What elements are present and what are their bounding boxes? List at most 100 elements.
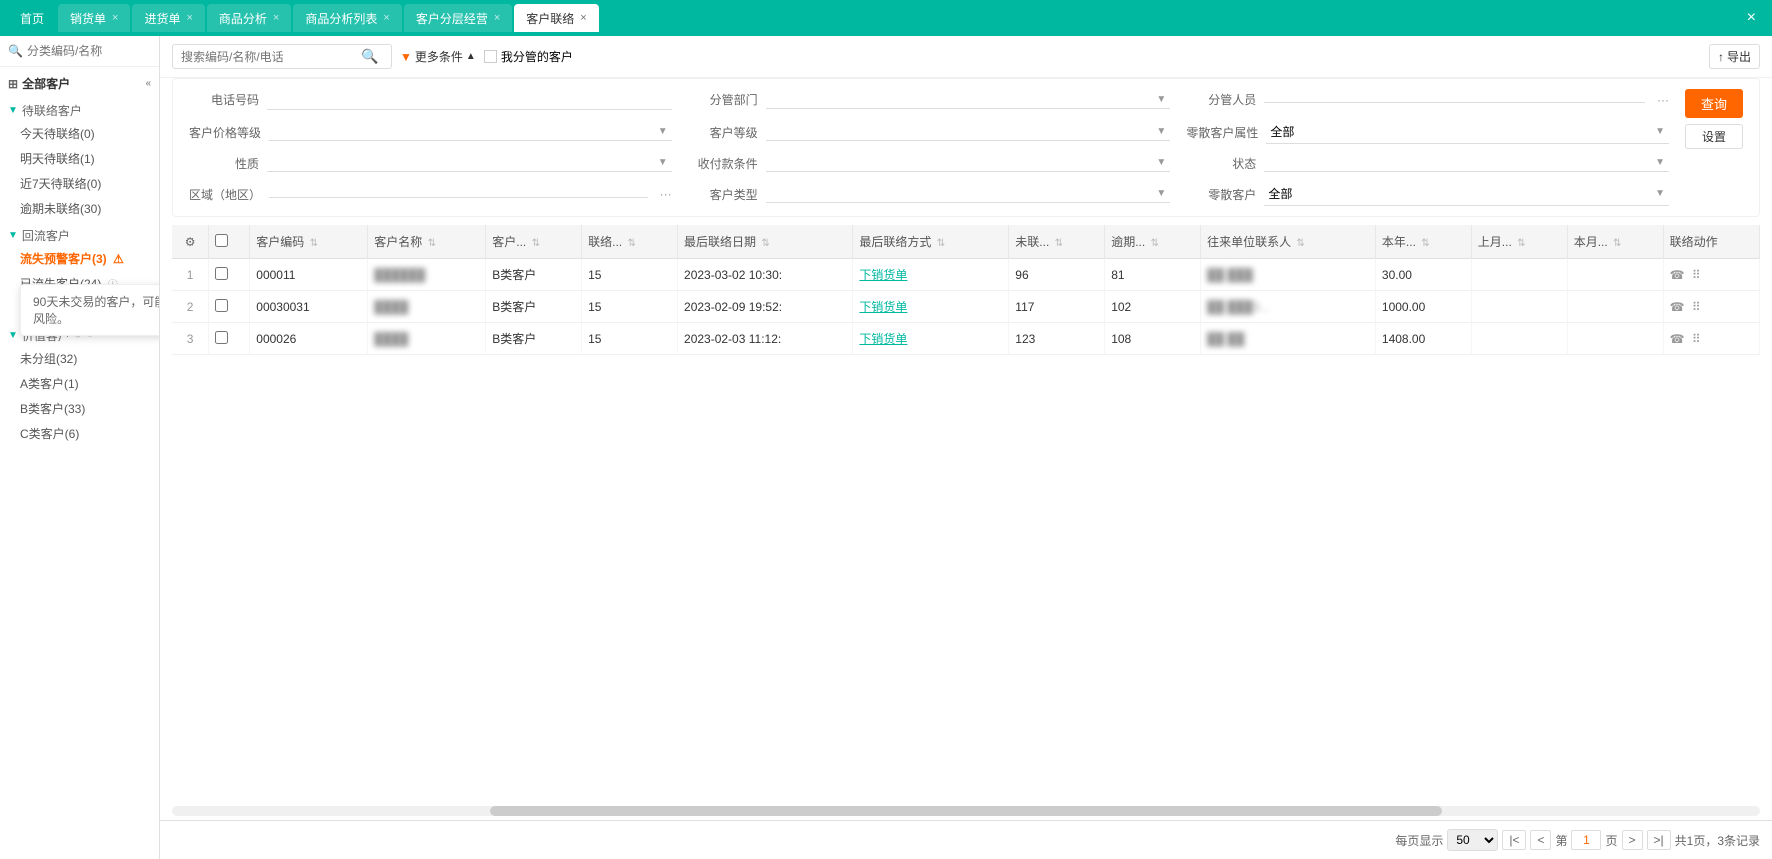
filter-customer-grade-field: 客户等级 ▼: [688, 123, 1171, 141]
row-uncontacted-1: 117: [1009, 291, 1105, 323]
close-analysis-tab[interactable]: ×: [273, 12, 279, 24]
filter-icon: ▼: [400, 50, 412, 64]
row-check-1[interactable]: [209, 291, 250, 323]
my-customers-toggle[interactable]: 我分管的客户: [484, 48, 573, 65]
row-more-icon-0[interactable]: ⠿: [1692, 268, 1701, 282]
scroll-thumb[interactable]: [490, 806, 1443, 816]
row-check-0[interactable]: [209, 259, 250, 291]
table-check-col[interactable]: [209, 225, 250, 259]
customer-table: ⚙ 客户编码 ⇅ 客户名称 ⇅ 客户... ⇅ 联络... ⇅ 最后联络日期 ⇅…: [172, 225, 1760, 355]
last-method-sort-icon[interactable]: ⇅: [937, 238, 945, 249]
close-customer-link-tab[interactable]: ×: [580, 12, 586, 24]
filter-dept-select[interactable]: ▼: [766, 91, 1171, 109]
row-more-icon-1[interactable]: ⠿: [1692, 300, 1701, 314]
close-customer-tier-tab[interactable]: ×: [494, 12, 500, 24]
sidebar-item-churn-warning[interactable]: 流失预警客户(3) ⚠: [0, 246, 159, 271]
code-sort-icon[interactable]: ⇅: [310, 238, 318, 249]
sidebar-search-input[interactable]: [27, 44, 151, 58]
row-uncontacted-2: 123: [1009, 323, 1105, 355]
row-more-icon-2[interactable]: ⠿: [1692, 332, 1701, 346]
query-button[interactable]: 查询: [1685, 89, 1743, 118]
row-contact-icon-1[interactable]: ☎: [1670, 300, 1685, 314]
filter-region-label: 区域（地区）: [189, 186, 261, 203]
filter-manager-select[interactable]: [1264, 96, 1645, 103]
churn-arrow-icon: ▼: [8, 230, 18, 241]
last-date-sort-icon[interactable]: ⇅: [761, 238, 769, 249]
tab-sales[interactable]: 销货单 ×: [58, 4, 130, 32]
sidebar-collapse-btn[interactable]: «: [145, 78, 151, 89]
filter-customer-type-select[interactable]: ▼: [766, 185, 1171, 203]
sidebar-group-churn[interactable]: ▼ 回流客户: [0, 221, 159, 246]
export-button[interactable]: ↑ 导出: [1709, 44, 1760, 69]
this-year-sort-icon[interactable]: ⇅: [1421, 238, 1429, 249]
filter-status-select[interactable]: ▼: [1264, 154, 1669, 172]
first-page-btn[interactable]: |<: [1502, 830, 1526, 850]
window-close-button[interactable]: ×: [1739, 9, 1764, 27]
scattered-customer-down-arrow: ▼: [1655, 188, 1665, 199]
name-sort-icon[interactable]: ⇅: [428, 238, 436, 249]
more-conditions-btn[interactable]: ▼ 更多条件 ▲: [400, 48, 476, 65]
row-action-2: ☎ ⠿: [1663, 323, 1759, 355]
sidebar-item-today-pending[interactable]: 今天待联络(0): [0, 121, 159, 146]
last-month-sort-icon[interactable]: ⇅: [1517, 238, 1525, 249]
sidebar-item-b-class[interactable]: B类客户(33): [0, 396, 159, 421]
close-sales-tab[interactable]: ×: [112, 12, 118, 24]
filter-panel: 电话号码 分管部门 ▼ 分管人员: [172, 78, 1760, 217]
last-page-btn[interactable]: >|: [1647, 830, 1671, 850]
search-button[interactable]: 🔍: [361, 48, 378, 65]
nature-down-arrow: ▼: [658, 157, 668, 168]
table-settings-col[interactable]: ⚙: [172, 225, 209, 259]
filter-payment-select[interactable]: ▼: [766, 154, 1171, 172]
tab-customer-tier[interactable]: 客户分层经营 ×: [404, 4, 512, 32]
select-all-checkbox[interactable]: [215, 234, 228, 247]
sidebar-item-7day-pending[interactable]: 近7天待联络(0): [0, 171, 159, 196]
filter-settings-button[interactable]: 设置: [1685, 124, 1743, 149]
filter-price-grade-select[interactable]: ▼: [269, 123, 672, 141]
unit-contact-sort-icon[interactable]: ⇅: [1296, 238, 1304, 249]
tab-customer-link[interactable]: 客户联络 ×: [514, 4, 598, 32]
search-input[interactable]: [181, 50, 361, 64]
export-icon: ↑: [1718, 50, 1724, 64]
sidebar-item-c-class[interactable]: C类客户(6): [0, 421, 159, 446]
page-number-input[interactable]: [1571, 830, 1601, 850]
page-size-select[interactable]: 50 100 200: [1447, 829, 1498, 851]
contact-sort-icon[interactable]: ⇅: [627, 238, 635, 249]
sidebar-all-customers[interactable]: ⊞ 全部客户 «: [0, 67, 159, 96]
manager-dots-btn[interactable]: ···: [1657, 93, 1669, 107]
tab-home[interactable]: 首页: [8, 4, 56, 32]
tab-analysis[interactable]: 商品分析 ×: [207, 4, 291, 32]
region-dots-btn[interactable]: ···: [660, 187, 672, 201]
uncontacted-sort-icon[interactable]: ⇅: [1055, 238, 1063, 249]
filter-region-select[interactable]: [269, 191, 648, 198]
filter-payment-label: 收付款条件: [688, 155, 758, 172]
filter-nature-select[interactable]: ▼: [267, 154, 672, 172]
sidebar-group-pending[interactable]: ▼ 待联络客户: [0, 96, 159, 121]
row-contact-icon-0[interactable]: ☎: [1670, 268, 1685, 282]
my-customers-checkbox[interactable]: [484, 50, 497, 63]
type-sort-icon[interactable]: ⇅: [532, 238, 540, 249]
filter-customer-grade-select[interactable]: ▼: [766, 123, 1171, 141]
prev-page-btn[interactable]: <: [1530, 830, 1551, 850]
sidebar-item-a-class[interactable]: A类客户(1): [0, 371, 159, 396]
horizontal-scrollbar[interactable]: [172, 806, 1760, 816]
close-purchase-tab[interactable]: ×: [186, 12, 192, 24]
filter-scattered-attr-select[interactable]: 全部 ▼: [1266, 120, 1669, 144]
sidebar-item-overdue-pending[interactable]: 逾期未联络(30): [0, 196, 159, 221]
row-last-method-2[interactable]: 下销货单: [853, 323, 1009, 355]
sidebar-item-ungrouped[interactable]: 未分组(32): [0, 346, 159, 371]
sidebar-item-tomorrow-pending[interactable]: 明天待联络(1): [0, 146, 159, 171]
row-num-2: 3: [172, 323, 209, 355]
row-last-method-0[interactable]: 下销货单: [853, 259, 1009, 291]
row-last-method-1[interactable]: 下销货单: [853, 291, 1009, 323]
next-page-btn[interactable]: >: [1622, 830, 1643, 850]
close-analysis-list-tab[interactable]: ×: [383, 12, 389, 24]
tab-analysis-list[interactable]: 商品分析列表 ×: [293, 4, 401, 32]
content-area: 🔍 ▼ 更多条件 ▲ 我分管的客户 ↑ 导出: [160, 36, 1772, 859]
row-contact-icon-2[interactable]: ☎: [1670, 332, 1685, 346]
overdue-sort-icon[interactable]: ⇅: [1151, 238, 1159, 249]
filter-phone-input[interactable]: [267, 89, 672, 110]
this-month-sort-icon[interactable]: ⇅: [1613, 238, 1621, 249]
filter-scattered-customer-select[interactable]: 全部 ▼: [1264, 182, 1669, 206]
row-check-2[interactable]: [209, 323, 250, 355]
tab-purchase[interactable]: 进货单 ×: [132, 4, 204, 32]
